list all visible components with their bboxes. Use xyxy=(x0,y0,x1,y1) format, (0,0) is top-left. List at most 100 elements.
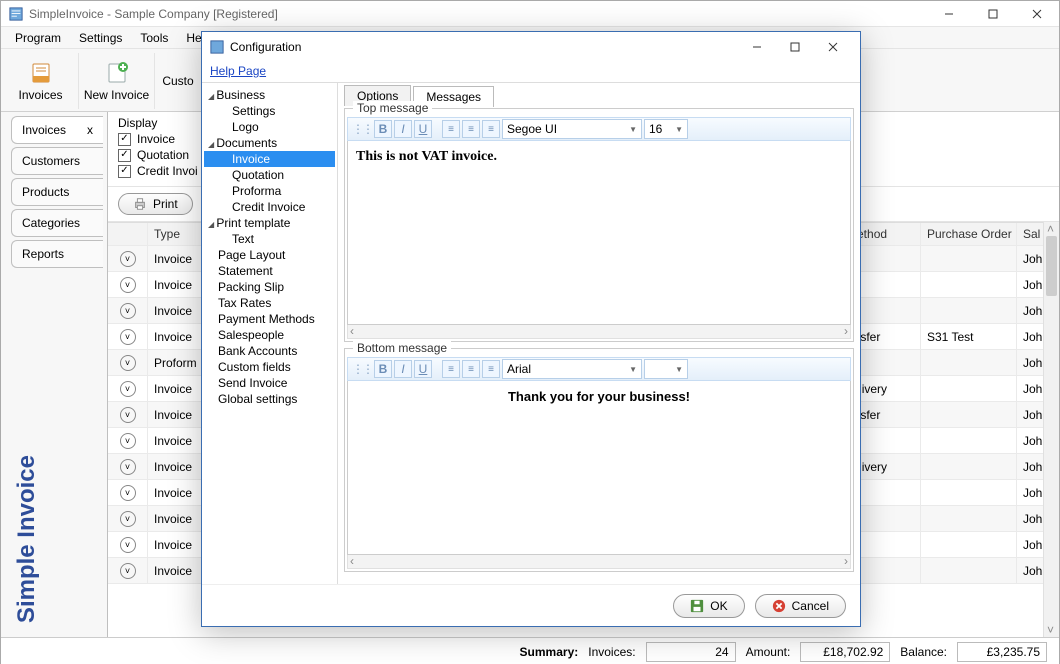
maximize-button[interactable] xyxy=(971,1,1015,27)
row-menu-icon[interactable]: ˅ xyxy=(120,303,136,319)
row-menu-icon[interactable]: ˅ xyxy=(120,329,136,345)
close-button[interactable] xyxy=(1015,1,1059,27)
tree-global-settings[interactable]: Global settings xyxy=(204,391,335,407)
cell-purchase-order xyxy=(921,532,1017,557)
row-menu-icon[interactable]: ˅ xyxy=(120,277,136,293)
align-right-button[interactable]: ≡ xyxy=(482,120,500,138)
tree-proforma[interactable]: Proforma xyxy=(204,183,335,199)
tree-logo[interactable]: Logo xyxy=(204,119,335,135)
sidetab-customers[interactable]: Customers xyxy=(11,147,103,175)
sidetab-label: Customers xyxy=(22,154,80,168)
tree-page-layout[interactable]: Page Layout xyxy=(204,247,335,263)
font-family-select[interactable]: Segoe UI▼ xyxy=(502,119,642,139)
row-menu-icon[interactable]: ˅ xyxy=(120,459,136,475)
underline-button[interactable]: U xyxy=(414,360,432,378)
top-message-group: Top message ⋮⋮ B I U ≡ ≡ ≡ Segoe UI▼ xyxy=(344,108,854,342)
help-page-link[interactable]: Help Page xyxy=(202,62,860,82)
align-left-button[interactable]: ≡ xyxy=(442,120,460,138)
row-menu-icon[interactable]: ˅ xyxy=(120,511,136,527)
cell-purchase-order xyxy=(921,376,1017,401)
menu-tools[interactable]: Tools xyxy=(132,29,176,47)
row-menu-icon[interactable]: ˅ xyxy=(120,485,136,501)
bottom-editor-scrollbar[interactable] xyxy=(347,555,851,569)
bottom-message-editor[interactable]: Thank you for your business! xyxy=(347,381,851,555)
top-editor-scrollbar[interactable] xyxy=(347,325,851,339)
font-family-value: Segoe UI xyxy=(507,122,557,136)
app-icon xyxy=(9,7,23,21)
tree-statement[interactable]: Statement xyxy=(204,263,335,279)
ok-button[interactable]: OK xyxy=(673,594,744,618)
cancel-button[interactable]: Cancel xyxy=(755,594,846,618)
align-center-button[interactable]: ≡ xyxy=(462,360,480,378)
toolbar-custo-button[interactable]: Custo xyxy=(155,53,201,109)
chevron-down-icon: ▼ xyxy=(675,365,683,374)
sidetab-categories[interactable]: Categories xyxy=(11,209,103,237)
font-family-select[interactable]: Arial▼ xyxy=(502,359,642,379)
invoices-icon xyxy=(29,61,53,85)
tree-credit-invoice[interactable]: Credit Invoice xyxy=(204,199,335,215)
tree-send-invoice[interactable]: Send Invoice xyxy=(204,375,335,391)
dialog-maximize-button[interactable] xyxy=(776,32,814,62)
filter-label: Quotation xyxy=(137,148,189,162)
configuration-dialog: Configuration Help Page Business Setting… xyxy=(201,31,861,627)
tree-custom-fields[interactable]: Custom fields xyxy=(204,359,335,375)
row-menu-icon[interactable]: ˅ xyxy=(120,563,136,579)
row-menu-icon[interactable]: ˅ xyxy=(120,251,136,267)
italic-button[interactable]: I xyxy=(394,360,412,378)
underline-button[interactable]: U xyxy=(414,120,432,138)
checkbox-icon xyxy=(118,149,131,162)
align-right-button[interactable]: ≡ xyxy=(482,360,500,378)
dialog-minimize-button[interactable] xyxy=(738,32,776,62)
bold-button[interactable]: B xyxy=(374,120,392,138)
tree-payment-methods[interactable]: Payment Methods xyxy=(204,311,335,327)
toolbar-custo-label: Custo xyxy=(162,74,193,88)
cancel-icon xyxy=(772,599,786,613)
align-center-button[interactable]: ≡ xyxy=(462,120,480,138)
tree-invoice[interactable]: Invoice xyxy=(204,151,335,167)
row-menu-icon[interactable]: ˅ xyxy=(120,433,136,449)
sidetab-label: Products xyxy=(22,185,69,199)
bold-button[interactable]: B xyxy=(374,360,392,378)
tree-salespeople[interactable]: Salespeople xyxy=(204,327,335,343)
tree-settings[interactable]: Settings xyxy=(204,103,335,119)
tree-quotation[interactable]: Quotation xyxy=(204,167,335,183)
col-purchase-order[interactable]: Purchase Order xyxy=(921,223,1017,245)
sidetab-close-icon[interactable]: x xyxy=(87,123,93,137)
font-size-select[interactable]: ▼ xyxy=(644,359,688,379)
sidetab-invoices[interactable]: Invoices x xyxy=(11,116,103,144)
print-label: Print xyxy=(153,197,178,211)
tree-business[interactable]: Business xyxy=(204,87,335,103)
italic-button[interactable]: I xyxy=(394,120,412,138)
filter-label: Invoice xyxy=(137,132,175,146)
row-menu-icon[interactable]: ˅ xyxy=(120,355,136,371)
dialog-close-button[interactable] xyxy=(814,32,852,62)
tree-documents[interactable]: Documents xyxy=(204,135,335,151)
tree-print-template[interactable]: Print template xyxy=(204,215,335,231)
row-menu-icon[interactable]: ˅ xyxy=(120,381,136,397)
toolbar-invoices-button[interactable]: Invoices xyxy=(3,53,79,109)
checkbox-icon xyxy=(118,133,131,146)
tree-bank-accounts[interactable]: Bank Accounts xyxy=(204,343,335,359)
toolbar-new-invoice-button[interactable]: New Invoice xyxy=(79,53,155,109)
menu-settings[interactable]: Settings xyxy=(71,29,130,47)
table-vertical-scrollbar[interactable] xyxy=(1043,222,1059,637)
row-menu-icon[interactable]: ˅ xyxy=(120,537,136,553)
tree-packing-slip[interactable]: Packing Slip xyxy=(204,279,335,295)
cell-purchase-order xyxy=(921,454,1017,479)
minimize-button[interactable] xyxy=(927,1,971,27)
sidetab-reports[interactable]: Reports xyxy=(11,240,103,268)
top-message-label: Top message xyxy=(353,101,432,115)
font-size-select[interactable]: 16▼ xyxy=(644,119,688,139)
sidetab-products[interactable]: Products xyxy=(11,178,103,206)
sidetab-label: Invoices xyxy=(22,123,66,137)
menu-program[interactable]: Program xyxy=(7,29,69,47)
tree-tax-rates[interactable]: Tax Rates xyxy=(204,295,335,311)
cell-purchase-order xyxy=(921,402,1017,427)
ok-label: OK xyxy=(710,599,727,613)
row-menu-icon[interactable]: ˅ xyxy=(120,407,136,423)
bottom-message-label: Bottom message xyxy=(353,341,451,355)
top-message-editor[interactable]: This is not VAT invoice. xyxy=(347,141,851,325)
tree-text[interactable]: Text xyxy=(204,231,335,247)
align-left-button[interactable]: ≡ xyxy=(442,360,460,378)
print-button[interactable]: Print xyxy=(118,193,193,215)
